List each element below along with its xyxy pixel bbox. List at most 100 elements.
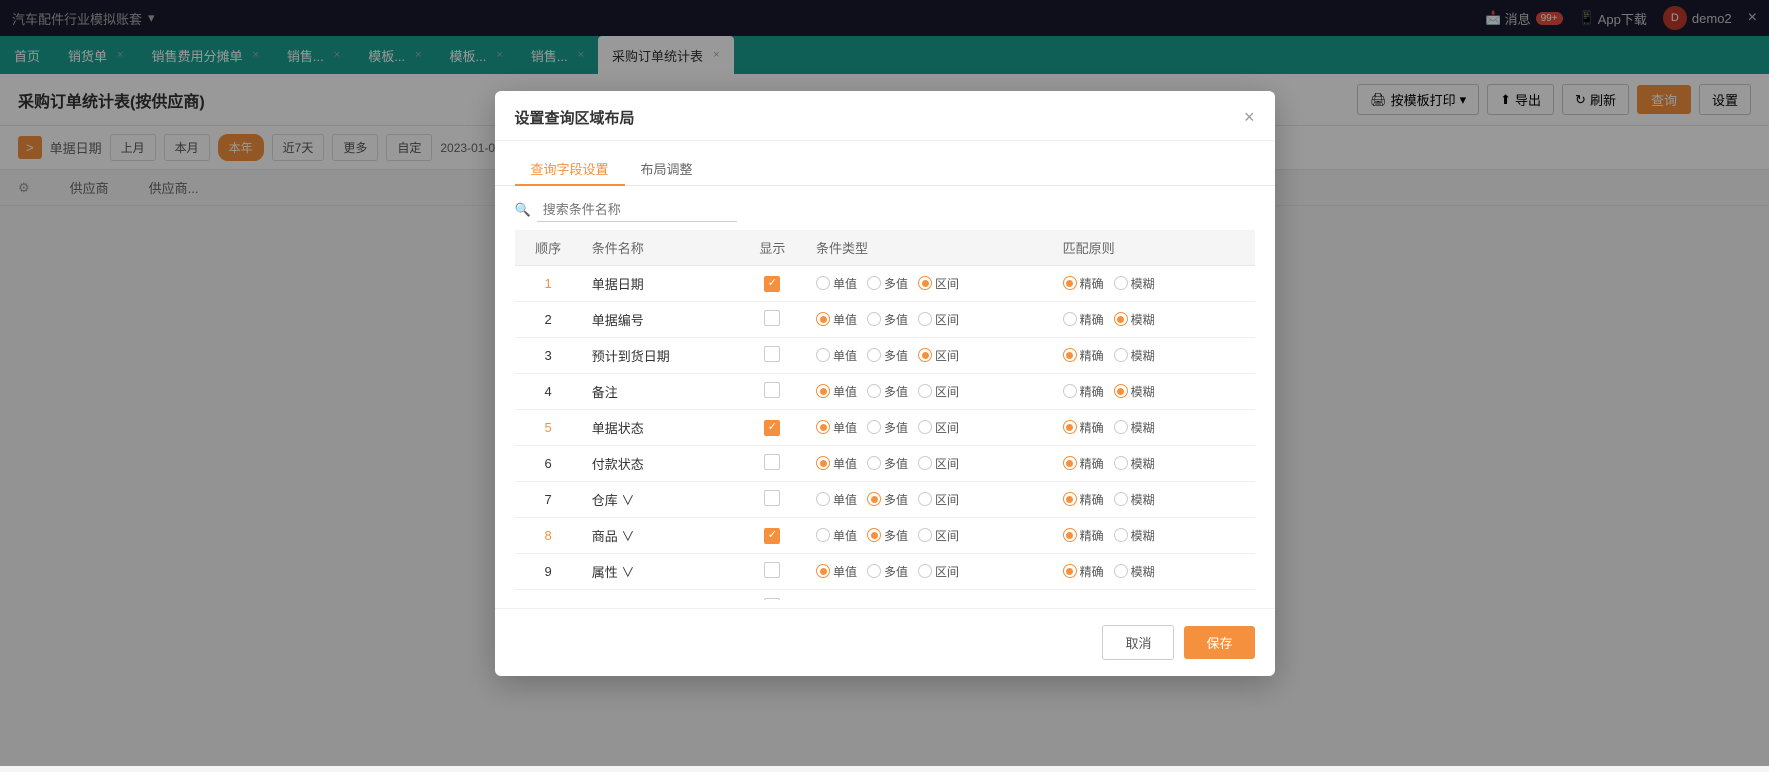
type-radio-single[interactable]: 单值 bbox=[816, 419, 857, 436]
type-radio-range[interactable]: 区间 bbox=[918, 527, 959, 544]
type-radio-range[interactable]: 区间 bbox=[918, 383, 959, 400]
match-radio-fuzzy[interactable]: 模糊 bbox=[1114, 419, 1155, 436]
match-radio-exact[interactable]: 精确 bbox=[1063, 275, 1104, 292]
match-radio-exact[interactable]: 精确 bbox=[1063, 311, 1104, 328]
row-display-checkbox[interactable] bbox=[739, 265, 806, 301]
type-radio-single[interactable]: 单值 bbox=[816, 599, 857, 600]
row-display-checkbox[interactable] bbox=[739, 589, 806, 600]
row-display-checkbox[interactable] bbox=[739, 337, 806, 373]
row-display-checkbox[interactable] bbox=[739, 409, 806, 445]
match-radio-fuzzy[interactable]: 模糊 bbox=[1114, 455, 1155, 472]
radio-label: 多值 bbox=[884, 491, 908, 508]
radio-circle bbox=[816, 564, 830, 578]
radio-label: 区间 bbox=[935, 419, 959, 436]
row-display-checkbox[interactable] bbox=[739, 301, 806, 337]
type-radio-range[interactable]: 区间 bbox=[918, 491, 959, 508]
type-radio-single[interactable]: 单值 bbox=[816, 491, 857, 508]
search-input[interactable] bbox=[537, 198, 737, 222]
display-checkbox[interactable] bbox=[764, 454, 780, 470]
type-radio-single[interactable]: 单值 bbox=[816, 563, 857, 580]
radio-circle bbox=[1063, 456, 1077, 470]
table-row: 8商品 ∨单值多值区间精确模糊 bbox=[515, 517, 1255, 553]
radio-label: 多值 bbox=[884, 527, 908, 544]
row-condition-name: 仓库 ∨ bbox=[582, 481, 739, 517]
match-radio-exact[interactable]: 精确 bbox=[1063, 419, 1104, 436]
type-radio-multi[interactable]: 多值 bbox=[867, 599, 908, 600]
type-radio-range[interactable]: 区间 bbox=[918, 599, 959, 600]
row-condition-type: 单值多值区间 bbox=[806, 553, 1053, 589]
radio-label: 多值 bbox=[884, 383, 908, 400]
display-checkbox[interactable] bbox=[764, 276, 780, 292]
type-radio-range[interactable]: 区间 bbox=[918, 311, 959, 328]
match-radio-fuzzy[interactable]: 模糊 bbox=[1114, 563, 1155, 580]
type-radio-range[interactable]: 区间 bbox=[918, 563, 959, 580]
display-checkbox[interactable] bbox=[764, 490, 780, 506]
type-radio-multi[interactable]: 多值 bbox=[867, 455, 908, 472]
tab-layout-adjust[interactable]: 布局调整 bbox=[625, 153, 709, 186]
row-condition-type: 单值多值 区间 bbox=[806, 409, 1053, 445]
type-radio-multi[interactable]: 多值 bbox=[867, 347, 908, 364]
type-radio-multi[interactable]: 多值 bbox=[867, 275, 908, 292]
row-display-checkbox[interactable] bbox=[739, 517, 806, 553]
row-order: 4 bbox=[515, 373, 582, 409]
display-checkbox[interactable] bbox=[764, 528, 780, 544]
type-radio-range[interactable]: 区间 bbox=[918, 455, 959, 472]
match-radio-fuzzy[interactable]: 模糊 bbox=[1114, 599, 1155, 600]
radio-circle bbox=[1063, 492, 1077, 506]
match-radio-exact[interactable]: 精确 bbox=[1063, 527, 1104, 544]
row-condition-name: 属性 ∨ bbox=[582, 553, 739, 589]
match-radio-fuzzy[interactable]: 模糊 bbox=[1114, 347, 1155, 364]
type-radio-multi[interactable]: 多值 bbox=[867, 491, 908, 508]
radio-label: 模糊 bbox=[1131, 419, 1155, 436]
type-radio-range[interactable]: 区间 bbox=[918, 275, 959, 292]
match-radio-exact[interactable]: 精确 bbox=[1063, 455, 1104, 472]
display-checkbox[interactable] bbox=[764, 346, 780, 362]
type-radio-multi[interactable]: 多值 bbox=[867, 383, 908, 400]
row-display-checkbox[interactable] bbox=[739, 553, 806, 589]
type-radio-multi[interactable]: 多值 bbox=[867, 527, 908, 544]
display-checkbox[interactable] bbox=[764, 420, 780, 436]
cancel-button[interactable]: 取消 bbox=[1102, 625, 1174, 660]
type-radio-range[interactable]: 区间 bbox=[918, 347, 959, 364]
match-radio-exact[interactable]: 精确 bbox=[1063, 347, 1104, 364]
type-radio-single[interactable]: 单值 bbox=[816, 383, 857, 400]
radio-circle bbox=[918, 276, 932, 290]
tab-field-settings[interactable]: 查询字段设置 bbox=[515, 153, 625, 186]
row-condition-type: 单值 多值区间 bbox=[806, 517, 1053, 553]
match-radio-exact[interactable]: 精确 bbox=[1063, 383, 1104, 400]
row-order: 2 bbox=[515, 301, 582, 337]
row-display-checkbox[interactable] bbox=[739, 445, 806, 481]
dialog-close-button[interactable]: × bbox=[1244, 108, 1255, 126]
dialog-overlay[interactable]: 设置查询区域布局 × 查询字段设置 布局调整 🔍 顺序 条件名称 显示 bbox=[0, 0, 1769, 766]
row-display-checkbox[interactable] bbox=[739, 373, 806, 409]
save-button[interactable]: 保存 bbox=[1184, 626, 1254, 659]
match-radio-fuzzy[interactable]: 模糊 bbox=[1114, 527, 1155, 544]
match-radio-fuzzy[interactable]: 模糊 bbox=[1114, 275, 1155, 292]
table-row: 7仓库 ∨单值多值区间精确模糊 bbox=[515, 481, 1255, 517]
match-radio-exact[interactable]: 精确 bbox=[1063, 563, 1104, 580]
match-radio-fuzzy[interactable]: 模糊 bbox=[1114, 311, 1155, 328]
match-radio-fuzzy[interactable]: 模糊 bbox=[1114, 383, 1155, 400]
display-checkbox[interactable] bbox=[764, 310, 780, 326]
radio-circle bbox=[1063, 348, 1077, 362]
radio-circle bbox=[867, 348, 881, 362]
match-radio-exact[interactable]: 精确 bbox=[1063, 599, 1104, 600]
type-radio-single[interactable]: 单值 bbox=[816, 455, 857, 472]
type-radio-single[interactable]: 单值 bbox=[816, 311, 857, 328]
type-radio-multi[interactable]: 多值 bbox=[867, 563, 908, 580]
display-checkbox[interactable] bbox=[764, 382, 780, 398]
match-radio-exact[interactable]: 精确 bbox=[1063, 491, 1104, 508]
row-display-checkbox[interactable] bbox=[739, 481, 806, 517]
type-radio-single[interactable]: 单值 bbox=[816, 527, 857, 544]
type-radio-multi[interactable]: 多值 bbox=[867, 419, 908, 436]
radio-circle bbox=[918, 528, 932, 542]
type-radio-range[interactable]: 区间 bbox=[918, 419, 959, 436]
type-radio-multi[interactable]: 多值 bbox=[867, 311, 908, 328]
radio-label: 精确 bbox=[1080, 383, 1104, 400]
type-radio-single[interactable]: 单值 bbox=[816, 275, 857, 292]
dialog-footer: 取消 保存 bbox=[495, 608, 1275, 676]
display-checkbox[interactable] bbox=[764, 598, 780, 600]
match-radio-fuzzy[interactable]: 模糊 bbox=[1114, 491, 1155, 508]
type-radio-single[interactable]: 单值 bbox=[816, 347, 857, 364]
display-checkbox[interactable] bbox=[764, 562, 780, 578]
